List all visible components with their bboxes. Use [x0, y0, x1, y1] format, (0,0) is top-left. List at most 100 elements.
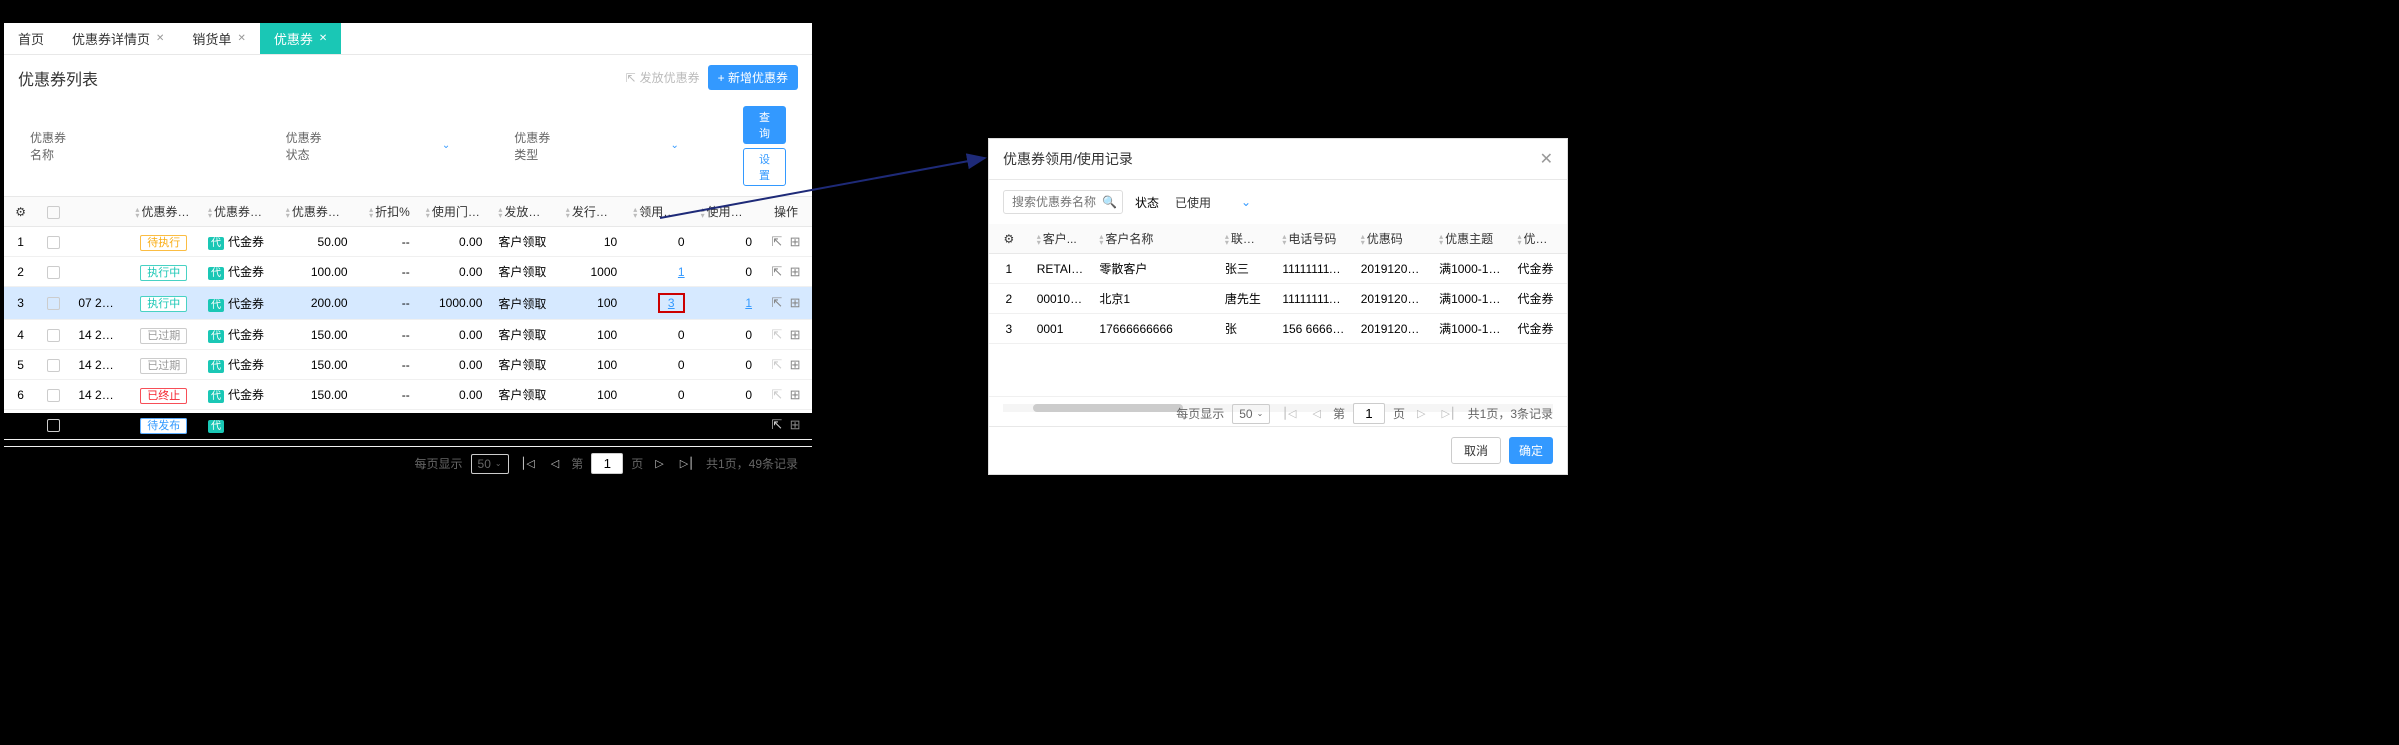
qrcode-icon[interactable]: ⊞: [790, 327, 801, 342]
row-method: 客户领取: [490, 350, 557, 380]
col-cust-code[interactable]: ▴▾客户...: [1029, 224, 1092, 254]
col-phone[interactable]: ▴▾电话号码: [1274, 224, 1352, 254]
use-qty-link[interactable]: 1: [745, 296, 752, 310]
distribute-coupon-link[interactable]: ⇱发放优惠券: [626, 69, 700, 86]
close-icon[interactable]: ✕: [1540, 149, 1553, 169]
tab-coupon[interactable]: 优惠券✕: [260, 23, 341, 54]
row-checkbox[interactable]: [47, 419, 60, 432]
prev-page-icon[interactable]: ◁: [547, 457, 563, 470]
row-type: 代代金券: [200, 410, 278, 440]
row-method: 客户领取: [490, 227, 557, 257]
col-gear[interactable]: ⚙: [989, 224, 1029, 254]
search-input[interactable]: [1012, 195, 1102, 209]
col-method[interactable]: ▴▾发放方式: [490, 197, 557, 227]
table-row[interactable]: 1 RETAIL... 零散客户 张三 11111111111 20191200…: [989, 254, 1567, 284]
prev-page-icon[interactable]: ◁: [1308, 407, 1324, 420]
last-page-icon[interactable]: ▷⎮: [676, 457, 698, 470]
row-threshold: 0.00: [418, 350, 491, 380]
page-size-select[interactable]: 50⌄: [471, 454, 509, 474]
confirm-button[interactable]: 确定: [1509, 437, 1553, 464]
tab-home[interactable]: 首页: [4, 23, 58, 54]
col-time[interactable]: [70, 197, 127, 227]
row-threshold: 0.00: [418, 257, 491, 287]
tab-sales-order[interactable]: 销货单✕: [178, 23, 259, 54]
col-type[interactable]: ▴▾优惠券类: [1509, 224, 1567, 254]
row-checkbox[interactable]: [47, 329, 60, 342]
table-row[interactable]: 3 0001 17666666666 张 156 6666 6... 20191…: [989, 314, 1567, 344]
checkbox[interactable]: [47, 206, 60, 219]
qrcode-icon[interactable]: ⊞: [790, 417, 801, 432]
row-checkbox[interactable]: [47, 297, 60, 310]
query-button[interactable]: 查询: [743, 106, 786, 144]
share-icon[interactable]: ⇱: [771, 234, 782, 249]
qrcode-icon[interactable]: ⊞: [790, 234, 801, 249]
row-actions: ⇱ ⊞: [760, 380, 812, 410]
col-use[interactable]: ▴▾使用数量: [693, 197, 760, 227]
qrcode-icon[interactable]: ⊞: [790, 264, 801, 279]
filter-name-input[interactable]: [76, 144, 226, 149]
filter-type-select[interactable]: ⌄: [563, 138, 683, 154]
table-row[interactable]: 4 14 23:59 已过期 代代金券 150.00 -- 0.00 客户领取 …: [4, 320, 812, 350]
col-threshold[interactable]: ▴▾使用门槛...: [418, 197, 491, 227]
row-checkbox[interactable]: [47, 389, 60, 402]
row-contact: 唐先生: [1217, 284, 1274, 314]
qrcode-icon[interactable]: ⊞: [790, 357, 801, 372]
settings-button[interactable]: 设置: [743, 148, 786, 186]
share-icon[interactable]: ⇱: [771, 295, 782, 310]
chevron-down-icon: ⌄: [442, 140, 450, 151]
row-checkbox[interactable]: [47, 236, 60, 249]
row-discount: --: [356, 287, 418, 320]
row-checkbox[interactable]: [47, 266, 60, 279]
state-select[interactable]: 已使用⌄: [1167, 192, 1259, 213]
row-discount: --: [356, 380, 418, 410]
qrcode-icon[interactable]: ⊞: [790, 295, 801, 310]
add-coupon-button[interactable]: + 新增优惠券: [708, 65, 798, 90]
first-page-icon[interactable]: ⎮◁: [1278, 407, 1300, 420]
row-type: 代金券: [1509, 284, 1567, 314]
col-claim[interactable]: ▴▾领用数量: [625, 197, 692, 227]
col-discount[interactable]: ▴▾折扣%: [356, 197, 418, 227]
table-row[interactable]: 3 07 23:59 执行中 代代金券 200.00 -- 1000.00 客户…: [4, 287, 812, 320]
close-icon[interactable]: ✕: [156, 33, 164, 44]
table-row[interactable]: 6 14 23:59 已终止 代代金券 150.00 -- 0.00 客户领取 …: [4, 380, 812, 410]
row-checkbox[interactable]: [47, 359, 60, 372]
claim-qty-link[interactable]: 1: [678, 265, 685, 279]
row-cust-code: 0001: [1029, 314, 1092, 344]
first-page-icon[interactable]: ⎮◁: [517, 457, 539, 470]
page-input[interactable]: [591, 453, 623, 474]
page-input[interactable]: [1353, 403, 1385, 424]
cancel-button[interactable]: 取消: [1451, 437, 1501, 464]
table-row[interactable]: 5 14 23:59 已过期 代代金券 150.00 -- 0.00 客户领取 …: [4, 350, 812, 380]
last-page-icon[interactable]: ▷⎮: [1437, 407, 1459, 420]
col-type[interactable]: ▴▾优惠券类型: [200, 197, 278, 227]
col-facevalue[interactable]: ▴▾优惠券面值: [278, 197, 356, 227]
col-status[interactable]: ▴▾优惠券状态: [127, 197, 200, 227]
row-use: 0: [693, 320, 760, 350]
search-icon[interactable]: 🔍: [1102, 195, 1117, 209]
col-gear[interactable]: ⚙: [4, 197, 37, 227]
claim-qty-link[interactable]: 3: [658, 293, 685, 313]
tab-coupon-detail[interactable]: 优惠券详情页✕: [58, 23, 178, 54]
qrcode-icon[interactable]: ⊞: [790, 387, 801, 402]
col-subject[interactable]: ▴▾优惠主题: [1431, 224, 1509, 254]
page-size-select[interactable]: 50⌄: [1232, 404, 1270, 424]
per-page-label: 每页显示: [415, 455, 463, 472]
next-page-icon[interactable]: ▷: [1413, 407, 1429, 420]
filter-status-select[interactable]: ⌄: [334, 138, 454, 154]
row-actions: ⇱ ⊞: [760, 227, 812, 257]
filter-name-label: 优惠券名称: [30, 129, 68, 163]
table-row[interactable]: 2 00010001 北京1 唐先生 11111111111 201912007…: [989, 284, 1567, 314]
col-check[interactable]: [37, 197, 70, 227]
row-use: 0: [693, 257, 760, 287]
col-cust-name[interactable]: ▴▾客户名称: [1091, 224, 1216, 254]
share-icon[interactable]: ⇱: [771, 264, 782, 279]
col-contact[interactable]: ▴▾联系人: [1217, 224, 1274, 254]
col-code[interactable]: ▴▾优惠码: [1353, 224, 1431, 254]
table-row[interactable]: 1 待执行 代代金券 50.00 -- 0.00 客户领取 10 0 0 ⇱ ⊞: [4, 227, 812, 257]
col-issue[interactable]: ▴▾发行数量: [558, 197, 625, 227]
close-icon[interactable]: ✕: [319, 33, 327, 44]
next-page-icon[interactable]: ▷: [651, 457, 667, 470]
table-row[interactable]: 2 执行中 代代金券 100.00 -- 0.00 客户领取 1000 1 0 …: [4, 257, 812, 287]
table-row[interactable]: 7 14 23:59 待发布 代代金券 150.00 -- 0.00 客户领取 …: [4, 410, 812, 440]
close-icon[interactable]: ✕: [237, 33, 245, 44]
